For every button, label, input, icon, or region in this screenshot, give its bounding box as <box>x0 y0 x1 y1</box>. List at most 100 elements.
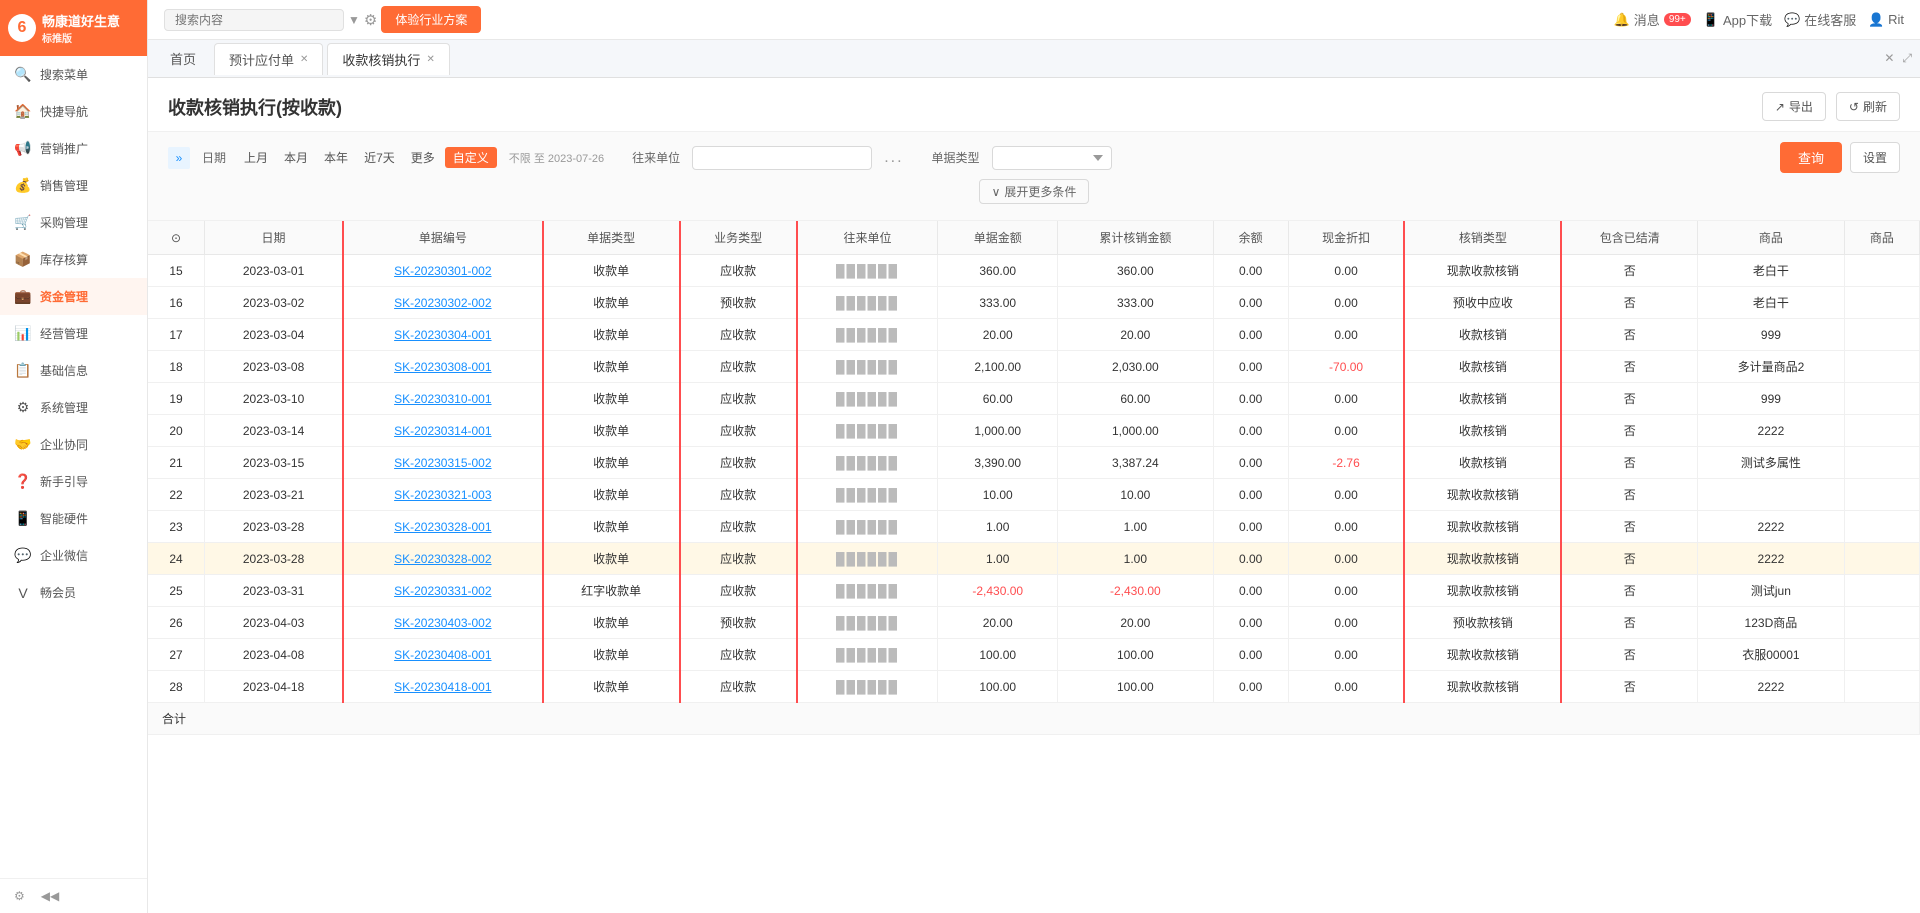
date-btn-custom[interactable]: 自定义 <box>445 147 497 168</box>
th-biz-type: 业务类型 <box>680 221 797 255</box>
date-btn-this-month[interactable]: 本月 <box>278 147 314 168</box>
cell-include-cleared: 否 <box>1561 255 1697 287</box>
cell-doc-type: 收款单 <box>543 447 680 479</box>
sidebar-item-hardware[interactable]: 📱智能硬件 <box>0 500 147 537</box>
th-writeoff-type: 核销类型 <box>1404 221 1561 255</box>
cell-writeoff-type: 现款收款核销 <box>1404 671 1561 703</box>
sidebar-item-operations[interactable]: 📊经营管理 <box>0 315 147 352</box>
cell-cash-discount: 0.00 <box>1288 639 1404 671</box>
sidebar-label-vip: 畅会员 <box>40 584 76 601</box>
date-btn-7days[interactable]: 近7天 <box>358 147 401 168</box>
tab-collection[interactable]: 收款核销执行 ✕ <box>327 43 449 75</box>
sidebar-icon-operations: 📊 <box>14 325 32 342</box>
refresh-button[interactable]: ↺ 刷新 <box>1836 92 1900 121</box>
settings-icon[interactable]: ⚙ <box>14 889 25 903</box>
user-avatar[interactable]: 👤 Rit <box>1868 12 1904 28</box>
cell-product: 测试多属性 <box>1698 447 1845 479</box>
query-button[interactable]: 查询 <box>1780 142 1842 173</box>
cell-writeoff-amount: -2,430.00 <box>1058 575 1213 607</box>
cell-doc-type: 收款单 <box>543 511 680 543</box>
filter-ellipsis: ... <box>884 149 903 167</box>
sidebar-item-vip[interactable]: V畅会员 <box>0 574 147 611</box>
sidebar-icon-inventory: 📦 <box>14 251 32 268</box>
cell-cash-discount: 0.00 <box>1288 607 1404 639</box>
settings-icon[interactable]: ⚙ <box>364 11 377 29</box>
tabs-right-actions: ✕ ⤢ <box>1884 51 1912 66</box>
expand-tab-icon[interactable]: ⤢ <box>1902 51 1912 66</box>
sidebar-item-basic[interactable]: 📋基础信息 <box>0 352 147 389</box>
sidebar-nav: 🔍搜索菜单🏠快捷导航 📢 营销推广 💰销售管理🛒采购管理📦库存核算💼资金管理📊经营管理… <box>0 56 147 878</box>
sidebar-item-search[interactable]: 🔍搜索菜单 <box>0 56 147 93</box>
cell-date: 2023-03-28 <box>205 511 344 543</box>
page-actions: ↗ 导出 ↺ 刷新 <box>1762 92 1900 121</box>
messages-icon[interactable]: 🔔 消息 99+ <box>1614 10 1691 29</box>
cell-doc-no: SK-20230328-001 <box>343 511 543 543</box>
cell-no: 19 <box>148 383 205 415</box>
cell-product: 2222 <box>1698 511 1845 543</box>
tab-prepaid-close[interactable]: ✕ <box>300 54 308 65</box>
partner-filter-input[interactable] <box>692 146 872 170</box>
solution-button[interactable]: 体验行业方案 <box>381 6 481 33</box>
cell-product2 <box>1844 575 1919 607</box>
cell-doc-type: 红字收款单 <box>543 575 680 607</box>
sidebar-item-finance[interactable]: 💼资金管理 <box>0 278 147 315</box>
sidebar-label-marketing: 营销推广 <box>40 140 88 157</box>
sidebar-item-sales[interactable]: 💰销售管理 <box>0 167 147 204</box>
date-btn-more[interactable]: 更多 <box>405 147 441 168</box>
th-icon: ⊙ <box>148 221 205 255</box>
cell-product: 999 <box>1698 319 1845 351</box>
sidebar-item-system[interactable]: ⚙系统管理 <box>0 389 147 426</box>
cell-no: 24 <box>148 543 205 575</box>
filter-expand-button[interactable]: » <box>168 147 190 169</box>
cell-balance: 0.00 <box>1213 383 1288 415</box>
tab-prepaid[interactable]: 预计应付单 ✕ <box>214 43 323 75</box>
doc-type-filter-select[interactable] <box>992 146 1112 170</box>
cell-no: 17 <box>148 319 205 351</box>
main-area: ▼ ⚙ 体验行业方案 🔔 消息 99+ 📱 App下载 💬 在线客服 👤 Rit… <box>148 0 1920 913</box>
cell-doc-no: SK-20230308-001 <box>343 351 543 383</box>
sidebar-item-inventory[interactable]: 📦库存核算 <box>0 241 147 278</box>
date-btn-last-month[interactable]: 上月 <box>238 147 274 168</box>
close-tab-icon[interactable]: ✕ <box>1884 51 1894 66</box>
collapse-icon[interactable]: ◀◀ <box>41 889 59 903</box>
export-button[interactable]: ↗ 导出 <box>1762 92 1826 121</box>
cell-doc-no: SK-20230301-002 <box>343 255 543 287</box>
th-partner: 往来单位 <box>797 221 938 255</box>
export-icon: ↗ <box>1775 100 1785 114</box>
cell-amount: 1.00 <box>938 543 1058 575</box>
cell-partner: ██████ <box>797 607 938 639</box>
online-service-link[interactable]: 💬 在线客服 <box>1784 10 1856 29</box>
app-download-link[interactable]: 📱 App下载 <box>1703 10 1772 29</box>
cell-date: 2023-03-01 <box>205 255 344 287</box>
expand-more-button[interactable]: ∨ 展开更多条件 <box>979 179 1090 204</box>
tab-home[interactable]: 首页 <box>156 43 210 74</box>
cell-product2 <box>1844 415 1919 447</box>
sidebar-item-purchase[interactable]: 🛒采购管理 <box>0 204 147 241</box>
cell-partner: ██████ <box>797 351 938 383</box>
sidebar-item-marketing[interactable]: 📢 营销推广 <box>0 130 147 167</box>
cell-biz-type: 应收款 <box>680 543 797 575</box>
sidebar-icon-marketing: 📢 <box>14 140 32 157</box>
cell-writeoff-amount: 2,030.00 <box>1058 351 1213 383</box>
cell-biz-type: 应收款 <box>680 511 797 543</box>
cell-writeoff-type: 现款收款核销 <box>1404 639 1561 671</box>
th-doc-no: 单据编号 <box>343 221 543 255</box>
tab-collection-close[interactable]: ✕ <box>426 54 434 65</box>
total-label: 合计 <box>148 703 1920 735</box>
page-title: 收款核销执行(按收款) <box>168 94 342 120</box>
sidebar-item-enterprise[interactable]: 🤝企业协同 <box>0 426 147 463</box>
cell-date: 2023-03-14 <box>205 415 344 447</box>
dropdown-icon[interactable]: ▼ <box>348 13 360 27</box>
sidebar-label-hardware: 智能硬件 <box>40 510 88 527</box>
cell-cash-discount: -2.76 <box>1288 447 1404 479</box>
sidebar-item-quick[interactable]: 🏠快捷导航 <box>0 93 147 130</box>
cell-product2 <box>1844 479 1919 511</box>
date-btn-this-year[interactable]: 本年 <box>318 147 354 168</box>
sidebar-item-wechat[interactable]: 💬企业微信 <box>0 537 147 574</box>
topbar-search-input[interactable] <box>164 9 344 31</box>
settings-button[interactable]: 设置 <box>1850 142 1900 173</box>
sidebar-item-guide[interactable]: ❓新手引导 <box>0 463 147 500</box>
cell-balance: 0.00 <box>1213 671 1288 703</box>
sidebar-icon-basic: 📋 <box>14 362 32 379</box>
sidebar-icon-system: ⚙ <box>14 399 32 416</box>
